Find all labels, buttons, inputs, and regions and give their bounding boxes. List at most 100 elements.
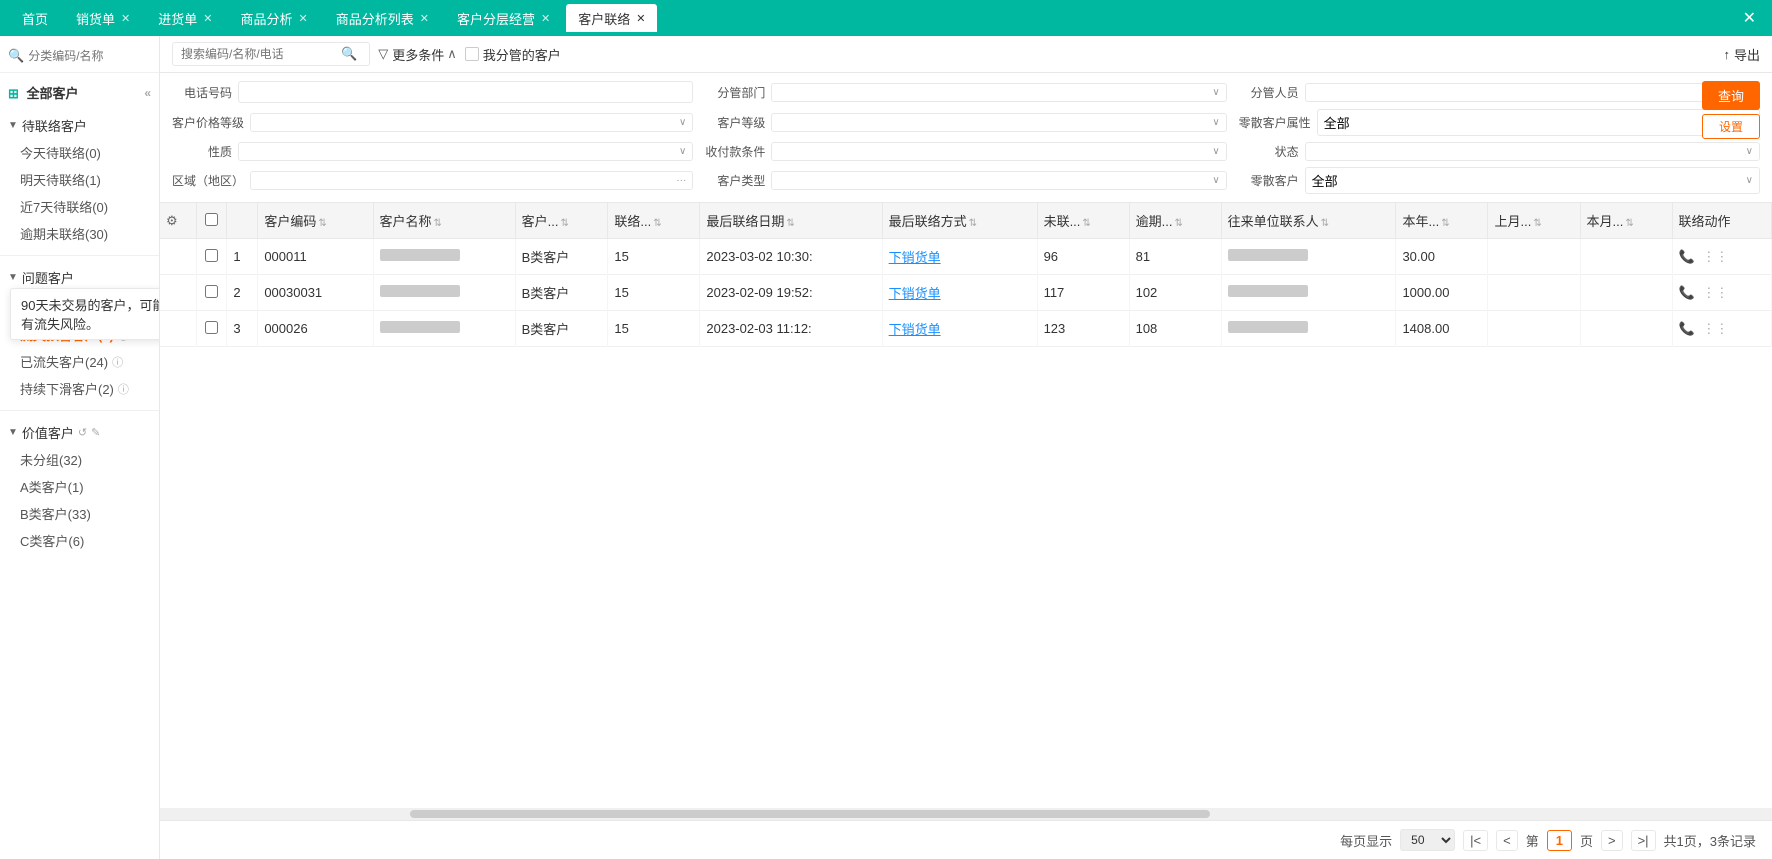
th-code[interactable]: 客户编码⇅ — [258, 203, 373, 239]
last-method-link-2[interactable]: 下销货单 — [889, 286, 941, 301]
tab-sales-close[interactable]: ✕ — [121, 12, 130, 25]
sidebar-search-input[interactable] — [28, 49, 160, 63]
tab-customer-contact-close[interactable]: ✕ — [636, 12, 645, 25]
td-last-method-3[interactable]: 下销货单 — [882, 311, 1037, 347]
last-method-link-3[interactable]: 下销货单 — [889, 322, 941, 337]
settings-button[interactable]: 设置 — [1702, 114, 1760, 139]
query-button[interactable]: 查询 — [1702, 81, 1760, 110]
filter-customer-type-select[interactable]: ∨ — [771, 171, 1226, 190]
action-phone-icon-2[interactable]: 📞 — [1679, 285, 1695, 300]
scrollbar-thumb[interactable] — [410, 810, 1210, 818]
filter-price-grade-select[interactable]: ∨ — [250, 113, 693, 132]
filter-dept-select[interactable]: ∨ — [771, 83, 1226, 102]
td-this-year-1: 30.00 — [1396, 239, 1488, 275]
first-page-btn[interactable]: |< — [1463, 830, 1488, 851]
td-action-2[interactable]: 📞 ⋮⋮ — [1672, 275, 1771, 311]
last-method-link-1[interactable]: 下销货单 — [889, 250, 941, 265]
export-btn[interactable]: ↑ 导出 — [1723, 45, 1760, 64]
value-refresh-icon[interactable]: ↺ — [78, 426, 87, 439]
th-liaison[interactable]: 往来单位联系人⇅ — [1221, 203, 1396, 239]
tab-purchase-close[interactable]: ✕ — [203, 12, 212, 25]
tab-purchase[interactable]: 进货单 ✕ — [146, 4, 224, 32]
th-uncontacted[interactable]: 未联...⇅ — [1037, 203, 1129, 239]
row-checkbox-2[interactable] — [205, 285, 218, 298]
action-more-icon-2[interactable]: ⋮⋮ — [1702, 285, 1728, 300]
filter-customer-grade-select[interactable]: ∨ — [771, 113, 1226, 132]
more-conditions-btn[interactable]: ▽ 更多条件 ∧ — [378, 45, 457, 64]
sidebar: 🔍 ⊞ 全部客户 « ▼ 待联络客户 今天待联络(0) 明天待联络(1) 近7天 — [0, 36, 160, 859]
td-last-method-2[interactable]: 下销货单 — [882, 275, 1037, 311]
value-edit-icon[interactable]: ✎ — [91, 426, 100, 439]
sidebar-item-class-a[interactable]: A类客户(1) — [0, 473, 159, 500]
th-type[interactable]: 客户...⇅ — [515, 203, 608, 239]
sidebar-item-churned[interactable]: 已流失客户(24) ⓘ — [0, 348, 159, 375]
tab-home[interactable]: 首页 — [10, 4, 60, 32]
action-phone-icon-1[interactable]: 📞 — [1679, 249, 1695, 264]
sidebar-group-pending-title[interactable]: ▼ 待联络客户 — [0, 112, 159, 139]
sidebar-item-7days[interactable]: 近7天待联络(0) — [0, 193, 159, 220]
tab-analysis-list[interactable]: 商品分析列表 ✕ — [324, 4, 441, 32]
sidebar-item-class-b[interactable]: B类客户(33) — [0, 500, 159, 527]
filter-scatter-select[interactable]: 全部 ∨ — [1305, 167, 1760, 194]
my-customers-checkbox[interactable] — [465, 47, 479, 61]
row-checkbox-3[interactable] — [205, 321, 218, 334]
filter-status-select[interactable]: ∨ — [1305, 142, 1760, 161]
th-this-month[interactable]: 本月...⇅ — [1580, 203, 1672, 239]
tab-customer-layer[interactable]: 客户分层经营 ✕ — [445, 4, 562, 32]
action-more-icon-1[interactable]: ⋮⋮ — [1702, 249, 1728, 264]
td-action-1[interactable]: 📞 ⋮⋮ — [1672, 239, 1771, 275]
th-overdue[interactable]: 逾期...⇅ — [1129, 203, 1221, 239]
action-more-icon-3[interactable]: ⋮⋮ — [1702, 321, 1728, 336]
td-checkbox-2[interactable] — [197, 275, 227, 311]
sidebar-all-customers[interactable]: ⊞ 全部客户 « — [0, 77, 159, 108]
sidebar-item-tomorrow[interactable]: 明天待联络(1) — [0, 166, 159, 193]
search-input[interactable] — [181, 47, 341, 61]
tab-analysis[interactable]: 商品分析 ✕ — [228, 4, 319, 32]
tab-analysis-list-close[interactable]: ✕ — [420, 12, 429, 25]
window-close-icon[interactable]: ✕ — [1735, 10, 1764, 27]
tab-sales[interactable]: 销货单 ✕ — [64, 4, 142, 32]
next-page-btn[interactable]: > — [1601, 830, 1623, 851]
content-area: 🔍 ▽ 更多条件 ∧ 我分管的客户 ↑ 导出 电话号码 — [160, 36, 1772, 859]
th-last-method[interactable]: 最后联络方式⇅ — [882, 203, 1037, 239]
tab-customer-layer-close[interactable]: ✕ — [541, 12, 550, 25]
filter-payment-select[interactable]: ∨ — [771, 142, 1226, 161]
sidebar-item-declining[interactable]: 持续下滑客户(2) ⓘ — [0, 375, 159, 402]
select-all-checkbox[interactable] — [205, 213, 218, 226]
sidebar-item-ungroup[interactable]: 未分组(32) — [0, 446, 159, 473]
td-checkbox-1[interactable] — [197, 239, 227, 275]
th-last-month[interactable]: 上月...⇅ — [1488, 203, 1580, 239]
td-last-method-1[interactable]: 下销货单 — [882, 239, 1037, 275]
filter-phone-input[interactable] — [238, 81, 693, 103]
th-gear[interactable]: ⚙ — [160, 203, 197, 239]
th-name[interactable]: 客户名称⇅ — [373, 203, 515, 239]
row-checkbox-1[interactable] — [205, 249, 218, 262]
sidebar-group-problem-title[interactable]: ▼ 问题客户 — [0, 264, 159, 291]
filter-nature-label: 性质 — [172, 143, 232, 160]
th-checkbox[interactable] — [197, 203, 227, 239]
filter-search-icon[interactable]: 🔍 — [341, 46, 357, 62]
filter-manager-select[interactable]: ∨ — [1305, 83, 1740, 102]
filter-nature-select[interactable]: ∨ — [238, 142, 693, 161]
filter-region-select[interactable]: ··· — [250, 171, 693, 190]
th-this-year[interactable]: 本年...⇅ — [1396, 203, 1488, 239]
last-page-btn[interactable]: >| — [1631, 830, 1656, 851]
th-last-date[interactable]: 最后联络日期⇅ — [700, 203, 882, 239]
per-page-select[interactable]: 50 20 100 — [1400, 829, 1455, 851]
sidebar-collapse-icon[interactable]: « — [144, 86, 151, 100]
tab-customer-contact[interactable]: 客户联络 ✕ — [566, 4, 657, 32]
tab-analysis-close[interactable]: ✕ — [299, 12, 308, 25]
td-checkbox-3[interactable] — [197, 311, 227, 347]
td-action-3[interactable]: 📞 ⋮⋮ — [1672, 311, 1771, 347]
horizontal-scrollbar[interactable] — [160, 808, 1772, 820]
sidebar-group-value-title[interactable]: ▼ 价值客户 ↺ ✎ — [0, 419, 159, 446]
filter-scatter-attr-select[interactable]: 全部 ∨ — [1317, 109, 1760, 136]
prev-page-btn[interactable]: < — [1496, 830, 1518, 851]
sidebar-item-overdue[interactable]: 逾期未联络(30) — [0, 220, 159, 247]
sidebar-item-today[interactable]: 今天待联络(0) — [0, 139, 159, 166]
filter-scatter-attr-label: 零散客户属性 — [1239, 114, 1311, 131]
sidebar-item-class-c[interactable]: C类客户(6) — [0, 527, 159, 554]
action-phone-icon-3[interactable]: 📞 — [1679, 321, 1695, 336]
my-customers-filter[interactable]: 我分管的客户 — [465, 45, 561, 64]
th-contact[interactable]: 联络...⇅ — [608, 203, 700, 239]
